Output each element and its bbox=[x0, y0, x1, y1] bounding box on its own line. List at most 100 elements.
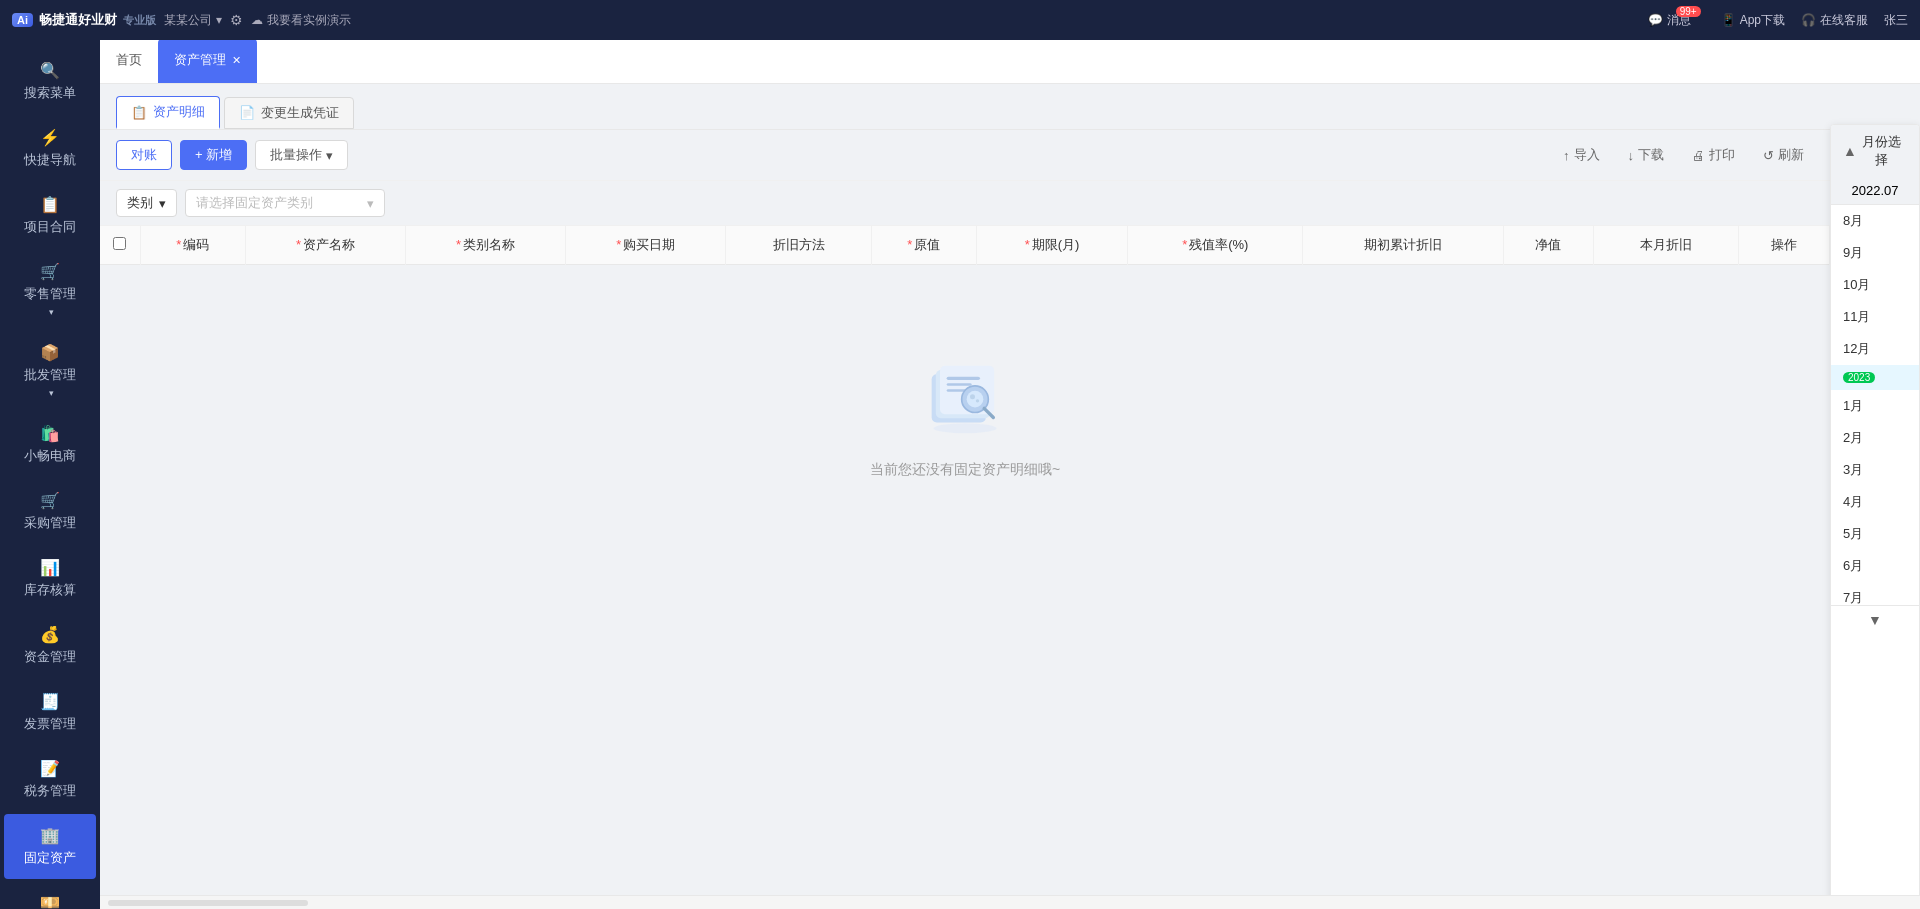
contract-icon: 📋 bbox=[40, 195, 60, 214]
empty-illustration bbox=[915, 345, 1015, 445]
svg-rect-4 bbox=[947, 377, 980, 380]
cart-icon: 🛒 bbox=[40, 262, 60, 281]
main-layout: 🔍 搜索菜单 ⚡ 快捷导航 📋 项目合同 🛒 零售管理 ▾ 📦 批发管理 ▾ 🛍… bbox=[0, 40, 1920, 909]
sidebar-item-search[interactable]: 🔍 搜索菜单 bbox=[4, 49, 96, 114]
tab-asset-label: 资产管理 bbox=[174, 51, 226, 69]
month-4[interactable]: 4月 bbox=[1831, 486, 1919, 518]
demo-link[interactable]: ☁ 我要看实例演示 bbox=[251, 12, 351, 29]
tab-close-icon[interactable]: ✕ bbox=[232, 54, 241, 67]
message-icon: 💬 bbox=[1648, 13, 1663, 27]
horizontal-scrollbar-thumb[interactable] bbox=[108, 900, 308, 906]
print-button[interactable]: 🖨 打印 bbox=[1682, 141, 1745, 169]
sub-tab-asset-detail-label: 资产明细 bbox=[153, 103, 205, 121]
content-main: 📋 资产明细 📄 变更生成凭证 对账 + 新增 批量操作 ▾ bbox=[100, 84, 1830, 895]
month-7[interactable]: 7月 bbox=[1831, 582, 1919, 605]
month-9[interactable]: 9月 bbox=[1831, 237, 1919, 269]
sidebar-item-quick-nav[interactable]: ⚡ 快捷导航 bbox=[4, 116, 96, 181]
bottom-scrollbar bbox=[100, 895, 1920, 909]
month-6[interactable]: 6月 bbox=[1831, 550, 1919, 582]
tax-icon: 📝 bbox=[40, 759, 60, 778]
message-badge: 99+ bbox=[1676, 6, 1701, 17]
sidebar-item-salary[interactable]: 💴 工资 bbox=[4, 881, 96, 909]
app-title: 畅捷通好业财 bbox=[39, 11, 117, 29]
category-placeholder: 请选择固定资产类别 bbox=[196, 194, 313, 212]
print-icon: 🖨 bbox=[1692, 148, 1705, 163]
month-8[interactable]: 8月 bbox=[1831, 205, 1919, 237]
current-period[interactable]: 2022.07 bbox=[1831, 177, 1919, 205]
download-icon: ↓ bbox=[1628, 148, 1635, 163]
sidebar-item-finance[interactable]: 💰 资金管理 bbox=[4, 613, 96, 678]
sidebar-label-fixed-assets: 固定资产 bbox=[24, 849, 76, 867]
batch-label: 批量操作 bbox=[270, 146, 322, 164]
company-selector[interactable]: 某某公司 ▾ bbox=[164, 12, 222, 29]
tab-home[interactable]: 首页 bbox=[100, 40, 158, 83]
lightning-icon: ⚡ bbox=[40, 128, 60, 147]
month-12[interactable]: 12月 bbox=[1831, 333, 1919, 365]
message-btn[interactable]: 💬 消息 99+ bbox=[1648, 12, 1691, 29]
sidebar-item-ecommerce[interactable]: 🛍️ 小畅电商 bbox=[4, 412, 96, 477]
month-5[interactable]: 5月 bbox=[1831, 518, 1919, 550]
ai-badge: Ai bbox=[12, 13, 33, 27]
month-nav-down[interactable]: ▼ bbox=[1868, 612, 1882, 628]
import-icon: ↑ bbox=[1563, 148, 1570, 163]
download-button[interactable]: ↓ 下载 bbox=[1618, 141, 1675, 169]
refresh-button[interactable]: ↺ 刷新 bbox=[1753, 141, 1814, 169]
tab-bar: 首页 资产管理 ✕ bbox=[100, 40, 1920, 84]
import-label: 导入 bbox=[1574, 146, 1600, 164]
search-icon: 🔍 bbox=[40, 61, 60, 80]
sub-tab-change-voucher[interactable]: 📄 变更生成凭证 bbox=[224, 97, 354, 129]
empty-text: 当前您还没有固定资产明细哦~ bbox=[870, 461, 1060, 479]
tab-asset-mgmt[interactable]: 资产管理 ✕ bbox=[158, 40, 257, 83]
category-filter[interactable]: 类别 ▾ bbox=[116, 189, 177, 217]
filter-bar: 类别 ▾ 请选择固定资产类别 ▾ bbox=[100, 181, 1830, 226]
online-service-btn[interactable]: 🎧 在线客服 bbox=[1801, 12, 1868, 29]
filter-arrow-icon: ▾ bbox=[159, 196, 166, 211]
table-header-row: *编码 *资产名称 *类别名称 *购买日期 折旧方法 *原值 *期限(月) *残… bbox=[100, 226, 1830, 265]
demo-text: 我要看实例演示 bbox=[267, 12, 351, 29]
headset-icon: 🎧 bbox=[1801, 13, 1816, 27]
user-menu[interactable]: 张三 bbox=[1884, 12, 1908, 29]
col-monthly-depreciation: 本月折旧 bbox=[1594, 226, 1739, 265]
top-bar-left: Ai 畅捷通好业财 专业版 某某公司 ▾ ⚙ ☁ 我要看实例演示 bbox=[12, 11, 351, 29]
month-11[interactable]: 11月 bbox=[1831, 301, 1919, 333]
sub-tab-asset-detail[interactable]: 📋 资产明细 bbox=[116, 96, 220, 129]
app-subtitle: 专业版 bbox=[123, 13, 156, 28]
app-download-btn[interactable]: 📱 App下载 bbox=[1721, 12, 1785, 29]
salary-icon: 💴 bbox=[40, 893, 60, 909]
settings-icon[interactable]: ⚙ bbox=[230, 12, 243, 28]
year-2023-label: 2023 bbox=[1831, 365, 1919, 390]
sidebar-label-purchase: 采购管理 bbox=[24, 514, 76, 532]
toolbar: 对账 + 新增 批量操作 ▾ ↑ 导入 ↓ 下载 bbox=[100, 130, 1830, 181]
doc-icon: 📄 bbox=[239, 105, 255, 120]
sidebar-item-retail[interactable]: 🛒 零售管理 ▾ bbox=[4, 250, 96, 329]
col-purchase-date: *购买日期 bbox=[566, 226, 726, 265]
purchase-icon: 🛒 bbox=[40, 491, 60, 510]
month-picker-panel: ▲ 月份选择 2022.07 8月 9月 10月 11月 12月 2023 1月 bbox=[1830, 124, 1920, 895]
content-area: 首页 资产管理 ✕ 📋 资产明细 📄 变更生成凭证 bbox=[100, 40, 1920, 909]
col-name: *资产名称 bbox=[245, 226, 405, 265]
month-nav-up[interactable]: ▲ bbox=[1843, 143, 1857, 159]
category-input[interactable]: 请选择固定资产类别 ▾ bbox=[185, 189, 385, 217]
month-10[interactable]: 10月 bbox=[1831, 269, 1919, 301]
sidebar-item-project[interactable]: 📋 项目合同 bbox=[4, 183, 96, 248]
month-3[interactable]: 3月 bbox=[1831, 454, 1919, 486]
box-icon: 📦 bbox=[40, 343, 60, 362]
duizhang-button[interactable]: 对账 bbox=[116, 140, 172, 170]
add-button[interactable]: + 新增 bbox=[180, 140, 247, 170]
refresh-label: 刷新 bbox=[1778, 146, 1804, 164]
toolbar-right: ↑ 导入 ↓ 下载 🖨 打印 ↺ 刷新 bbox=[1553, 141, 1814, 169]
month-2[interactable]: 2月 bbox=[1831, 422, 1919, 454]
sidebar-item-invoice[interactable]: 🧾 发票管理 bbox=[4, 680, 96, 745]
app-brand: Ai 畅捷通好业财 专业版 bbox=[12, 11, 156, 29]
sidebar-item-fixed-assets[interactable]: 🏢 固定资产 bbox=[4, 814, 96, 879]
sidebar-label-project: 项目合同 bbox=[24, 218, 76, 236]
month-1[interactable]: 1月 bbox=[1831, 390, 1919, 422]
batch-button[interactable]: 批量操作 ▾ bbox=[255, 140, 348, 170]
sidebar-item-inventory[interactable]: 📊 库存核算 bbox=[4, 546, 96, 611]
import-button[interactable]: ↑ 导入 bbox=[1553, 141, 1610, 169]
sidebar-item-purchase[interactable]: 🛒 采购管理 bbox=[4, 479, 96, 544]
select-all-checkbox[interactable] bbox=[113, 237, 126, 250]
sidebar-item-tax[interactable]: 📝 税务管理 bbox=[4, 747, 96, 812]
sidebar-item-wholesale[interactable]: 📦 批发管理 ▾ bbox=[4, 331, 96, 410]
dropdown-arrow-icon: ▾ bbox=[367, 196, 374, 211]
